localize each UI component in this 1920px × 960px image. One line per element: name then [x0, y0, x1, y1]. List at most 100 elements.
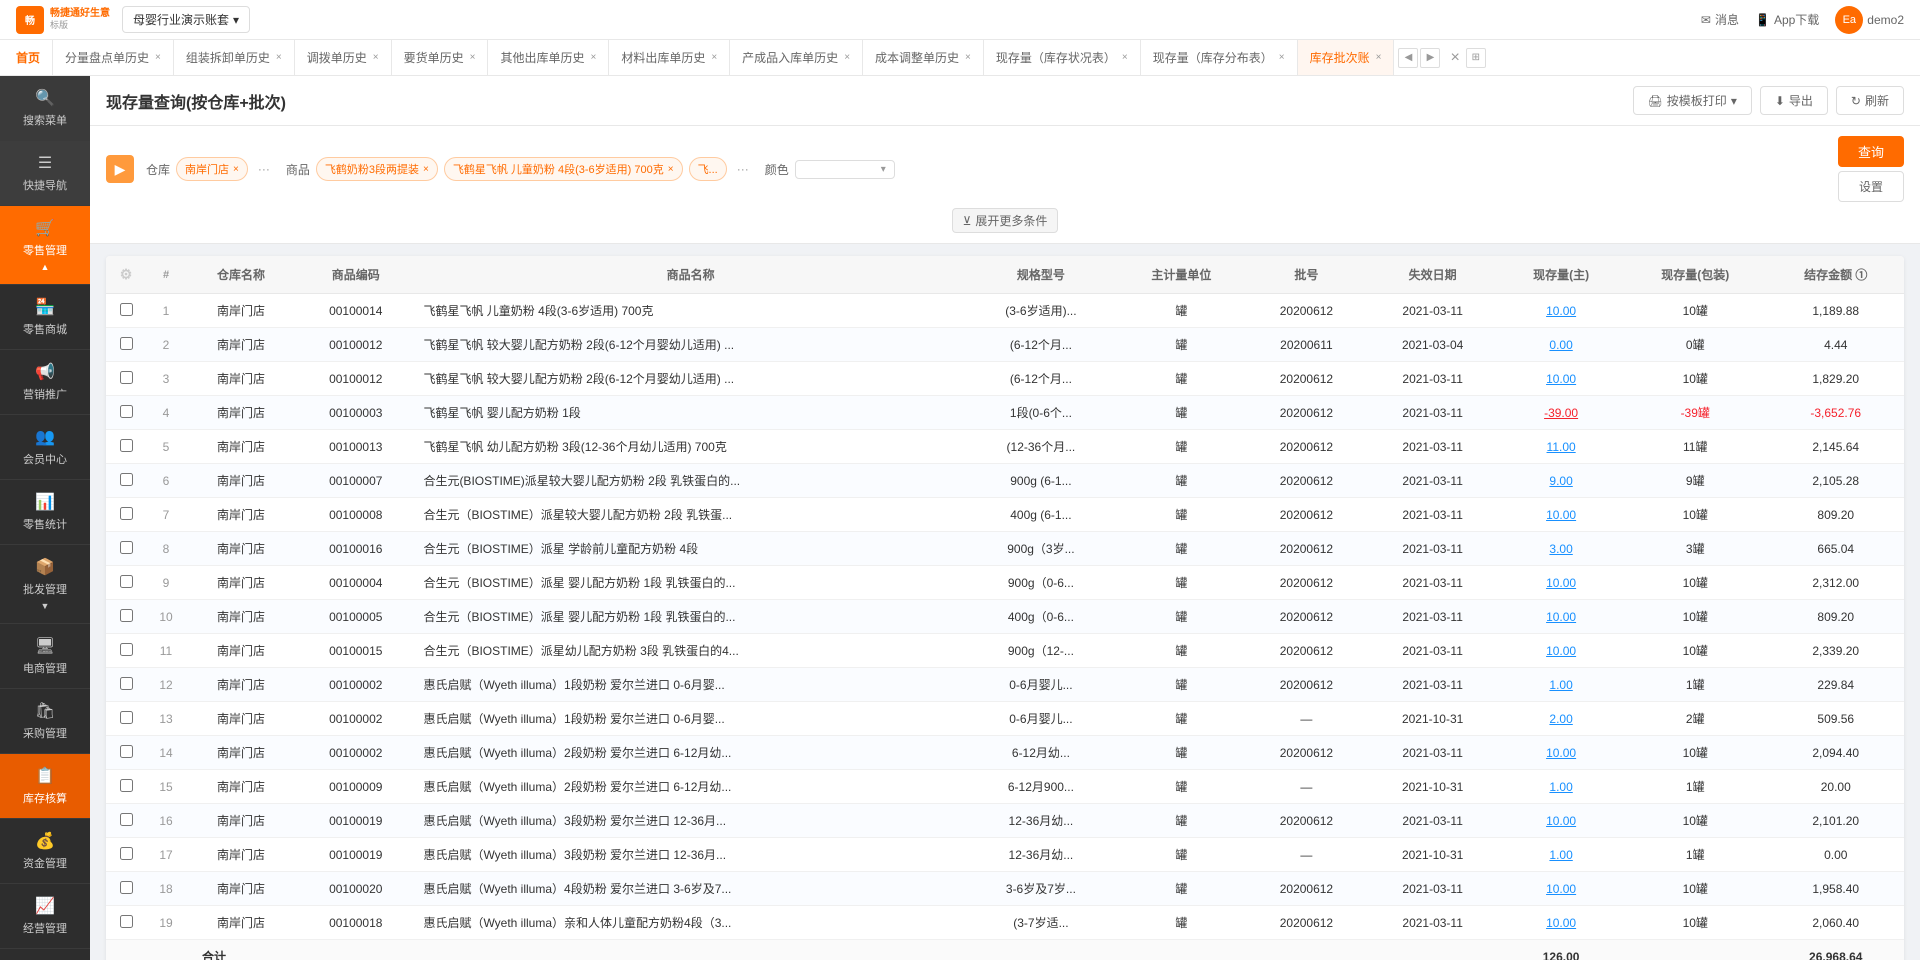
- row-check-7[interactable]: [120, 541, 133, 554]
- tab-3[interactable]: 调拨单历史 ×: [295, 40, 392, 76]
- sidebar-item-finance[interactable]: 💰 资金管理: [0, 819, 90, 884]
- row-checkbox[interactable]: [106, 464, 146, 498]
- org-selector[interactable]: 母婴行业演示账套 ▾: [122, 6, 250, 33]
- tab-11[interactable]: 库存批次账 ×: [1298, 40, 1395, 76]
- row-check-4[interactable]: [120, 439, 133, 452]
- nav-prev[interactable]: ◀: [1398, 48, 1418, 68]
- search-button[interactable]: 查询: [1838, 136, 1904, 167]
- sidebar-item-basics[interactable]: ℹ 基础信息: [0, 949, 90, 960]
- sidebar-item-inventory[interactable]: 📋 库存核算: [0, 754, 90, 819]
- sidebar-item-ops[interactable]: 📈 经营管理: [0, 884, 90, 949]
- row-checkbox[interactable]: [106, 362, 146, 396]
- row-check-0[interactable]: [120, 303, 133, 316]
- row-checkbox[interactable]: [106, 532, 146, 566]
- refresh-btn[interactable]: ↻ 刷新: [1836, 86, 1904, 115]
- template-print-btn[interactable]: 🖨 按模板打印 ▾: [1633, 86, 1752, 115]
- tab-9-close[interactable]: ×: [1122, 52, 1128, 63]
- remove-warehouse-tag[interactable]: ×: [233, 164, 239, 175]
- row-checkbox[interactable]: [106, 668, 146, 702]
- row-qty-main[interactable]: 10.00: [1499, 872, 1623, 906]
- row-check-14[interactable]: [120, 779, 133, 792]
- row-check-10[interactable]: [120, 643, 133, 656]
- user-area[interactable]: Ea demo2: [1835, 6, 1904, 34]
- row-qty-main[interactable]: 10.00: [1499, 804, 1623, 838]
- row-check-9[interactable]: [120, 609, 133, 622]
- sidebar-item-wholesale[interactable]: 📦 批发管理 ▼: [0, 545, 90, 624]
- row-checkbox[interactable]: [106, 770, 146, 804]
- row-qty-main[interactable]: 10.00: [1499, 362, 1623, 396]
- row-qty-main[interactable]: 3.00: [1499, 532, 1623, 566]
- expand-conditions-btn[interactable]: ⊻ 展开更多条件: [952, 208, 1059, 233]
- tab-4[interactable]: 要货单历史 ×: [392, 40, 489, 76]
- row-checkbox[interactable]: [106, 600, 146, 634]
- row-check-16[interactable]: [120, 847, 133, 860]
- sidebar-item-retail[interactable]: 🛒 零售管理 ▲: [0, 206, 90, 285]
- tab-10[interactable]: 现存量（库存分布表） ×: [1141, 40, 1298, 76]
- row-checkbox[interactable]: [106, 294, 146, 328]
- row-checkbox[interactable]: [106, 498, 146, 532]
- tab-6-close[interactable]: ×: [711, 52, 717, 63]
- tab-5[interactable]: 其他出库单历史 ×: [488, 40, 609, 76]
- tab-4-close[interactable]: ×: [470, 52, 476, 63]
- row-check-15[interactable]: [120, 813, 133, 826]
- row-qty-main[interactable]: 11.00: [1499, 430, 1623, 464]
- tab-1-close[interactable]: ×: [155, 52, 161, 63]
- row-checkbox[interactable]: [106, 566, 146, 600]
- row-check-5[interactable]: [120, 473, 133, 486]
- tab-6[interactable]: 材料出库单历史 ×: [609, 40, 730, 76]
- sidebar-search[interactable]: 🔍 搜索菜单: [0, 76, 90, 141]
- row-checkbox[interactable]: [106, 396, 146, 430]
- remove-product-tag-0[interactable]: ×: [423, 164, 429, 175]
- row-qty-main[interactable]: 10.00: [1499, 498, 1623, 532]
- setup-button[interactable]: 设置: [1838, 171, 1904, 202]
- message-btn[interactable]: ✉ 消息: [1701, 11, 1739, 28]
- color-select[interactable]: ▾: [795, 160, 895, 179]
- row-qty-main[interactable]: 10.00: [1499, 600, 1623, 634]
- row-checkbox[interactable]: [106, 430, 146, 464]
- row-checkbox[interactable]: [106, 736, 146, 770]
- row-qty-main[interactable]: 0.00: [1499, 328, 1623, 362]
- sidebar-item-ecommerce[interactable]: 🖥 电商管理: [0, 624, 90, 689]
- tab-9[interactable]: 现存量（库存状况表） ×: [984, 40, 1141, 76]
- row-checkbox[interactable]: [106, 872, 146, 906]
- tab-11-close[interactable]: ×: [1376, 52, 1382, 63]
- tab-menu-btn[interactable]: ⊞: [1466, 48, 1486, 68]
- row-qty-main[interactable]: 9.00: [1499, 464, 1623, 498]
- row-check-8[interactable]: [120, 575, 133, 588]
- row-check-12[interactable]: [120, 711, 133, 724]
- row-qty-main[interactable]: -39.00: [1499, 396, 1623, 430]
- sidebar-item-purchase[interactable]: 🛍 采购管理: [0, 689, 90, 754]
- row-qty-main[interactable]: 1.00: [1499, 770, 1623, 804]
- tab-3-close[interactable]: ×: [373, 52, 379, 63]
- row-qty-main[interactable]: 10.00: [1499, 736, 1623, 770]
- remove-product-tag-1[interactable]: ×: [668, 164, 674, 175]
- sidebar-item-member[interactable]: 👥 会员中心: [0, 415, 90, 480]
- tab-5-close[interactable]: ×: [590, 52, 596, 63]
- row-qty-main[interactable]: 10.00: [1499, 566, 1623, 600]
- row-checkbox[interactable]: [106, 906, 146, 940]
- nav-next[interactable]: ▶: [1420, 48, 1440, 68]
- row-qty-main[interactable]: 1.00: [1499, 838, 1623, 872]
- tab-7-close[interactable]: ×: [844, 52, 850, 63]
- row-qty-main[interactable]: 10.00: [1499, 634, 1623, 668]
- row-qty-main[interactable]: 2.00: [1499, 702, 1623, 736]
- row-checkbox[interactable]: [106, 328, 146, 362]
- row-check-3[interactable]: [120, 405, 133, 418]
- sidebar-quick-nav[interactable]: ☰ 快捷导航: [0, 141, 90, 206]
- row-checkbox[interactable]: [106, 634, 146, 668]
- app-download-btn[interactable]: 📱 App下载: [1755, 11, 1819, 28]
- tab-1[interactable]: 分量盘点单历史 ×: [53, 40, 174, 76]
- row-checkbox[interactable]: [106, 838, 146, 872]
- row-check-2[interactable]: [120, 371, 133, 384]
- warehouse-ellipsis[interactable]: ···: [254, 162, 274, 176]
- sidebar-item-mall[interactable]: 🏪 零售商城: [0, 285, 90, 350]
- tab-2-close[interactable]: ×: [276, 52, 282, 63]
- row-checkbox[interactable]: [106, 804, 146, 838]
- row-qty-main[interactable]: 10.00: [1499, 294, 1623, 328]
- tab-8-close[interactable]: ×: [965, 52, 971, 63]
- sidebar-item-stats[interactable]: 📊 零售统计: [0, 480, 90, 545]
- close-all-tabs[interactable]: ×: [1444, 49, 1465, 67]
- row-check-6[interactable]: [120, 507, 133, 520]
- tab-home[interactable]: 首页: [4, 40, 53, 76]
- tab-2[interactable]: 组装拆卸单历史 ×: [174, 40, 295, 76]
